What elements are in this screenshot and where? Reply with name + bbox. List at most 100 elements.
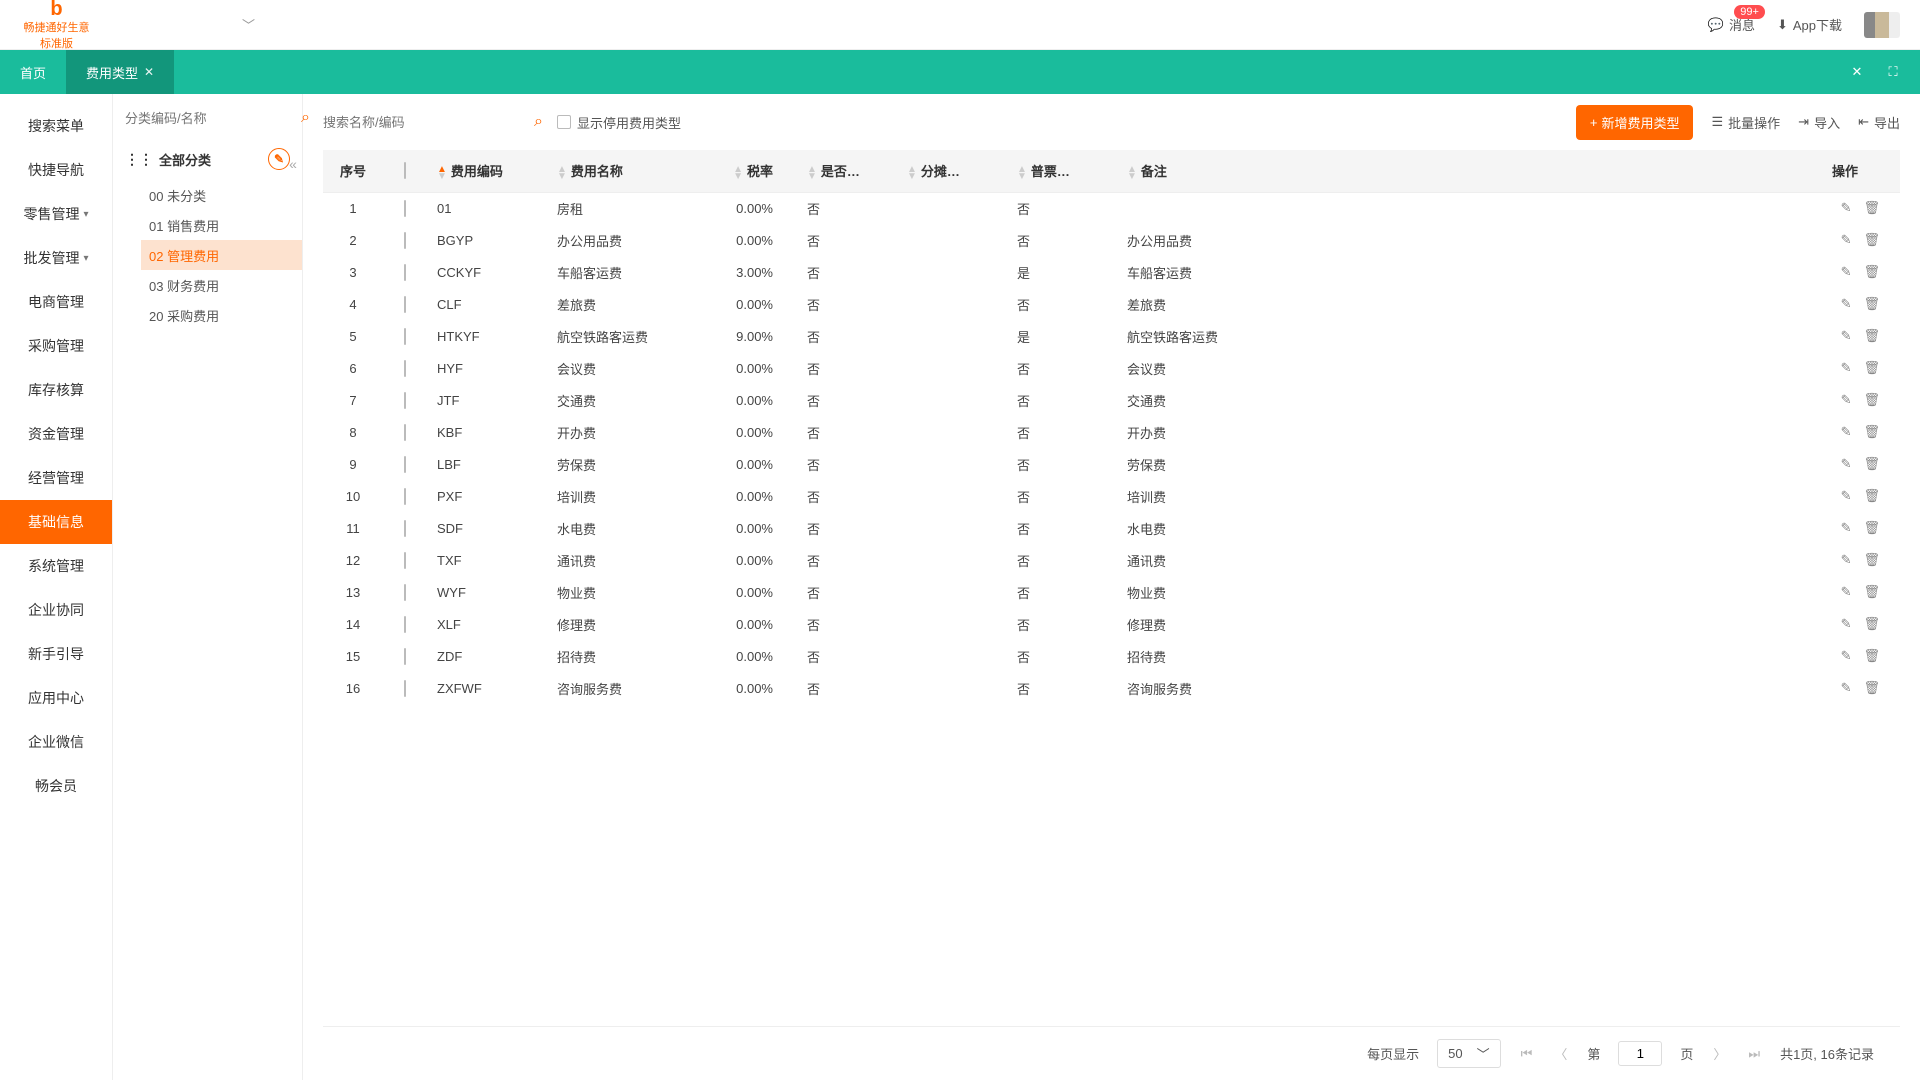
last-page-button[interactable]: ⏭	[1746, 1046, 1762, 1062]
search-icon[interactable]: ⌕	[301, 109, 310, 127]
next-page-button[interactable]: 〉	[1711, 1044, 1728, 1063]
new-feetype-button[interactable]: + 新增费用类型	[1576, 105, 1694, 140]
edit-row-button[interactable]: ✎	[1841, 520, 1852, 536]
col-name[interactable]: ▲▼费用名称	[547, 150, 707, 192]
col-note[interactable]: ▲▼备注	[1117, 150, 1790, 192]
table-row[interactable]: 6 HYF 会议费 0.00% 否 否 会议费 ✎ 🗑	[323, 352, 1900, 384]
col-yn2[interactable]: ▲▼分摊…	[897, 150, 1007, 192]
company-dropdown[interactable]: ﹀	[113, 15, 279, 34]
tab-home[interactable]: 首页	[0, 50, 66, 94]
col-checkbox[interactable]	[383, 150, 427, 192]
messages-button[interactable]: 💬 消息 99+	[1708, 15, 1755, 34]
delete-row-button[interactable]: 🗑	[1863, 552, 1880, 568]
edit-row-button[interactable]: ✎	[1841, 584, 1852, 600]
cell-checkbox[interactable]	[383, 288, 427, 320]
table-row[interactable]: 7 JTF 交通费 0.00% 否 否 交通费 ✎ 🗑	[323, 384, 1900, 416]
col-yn1[interactable]: ▲▼是否…	[797, 150, 897, 192]
nav-item[interactable]: 畅会员	[0, 764, 112, 808]
table-row[interactable]: 2 BGYP 办公用品费 0.00% 否 否 办公用品费 ✎ 🗑	[323, 224, 1900, 256]
nav-item[interactable]: 基础信息	[0, 500, 112, 544]
nav-item[interactable]: 零售管理▾	[0, 192, 112, 236]
edit-row-button[interactable]: ✎	[1841, 680, 1852, 696]
import-button[interactable]: ⇥ 导入	[1798, 113, 1840, 132]
edit-row-button[interactable]: ✎	[1841, 264, 1852, 280]
cell-checkbox[interactable]	[383, 640, 427, 672]
cell-checkbox[interactable]	[383, 352, 427, 384]
edit-row-button[interactable]: ✎	[1841, 648, 1852, 664]
delete-row-button[interactable]: 🗑	[1863, 488, 1880, 504]
category-root[interactable]: ⋮⋮ 全部分类 ✎	[113, 142, 302, 180]
edit-row-button[interactable]: ✎	[1841, 424, 1852, 440]
delete-row-button[interactable]: 🗑	[1863, 264, 1880, 280]
category-search-input[interactable]	[125, 111, 301, 126]
edit-row-button[interactable]: ✎	[1841, 328, 1852, 344]
cell-checkbox[interactable]	[383, 512, 427, 544]
edit-row-button[interactable]: ✎	[1841, 232, 1852, 248]
delete-row-button[interactable]: 🗑	[1863, 232, 1880, 248]
collapse-panel-button[interactable]: «	[284, 150, 302, 178]
delete-row-button[interactable]: 🗑	[1863, 360, 1880, 376]
cell-checkbox[interactable]	[383, 192, 427, 224]
category-item[interactable]: 01 销售费用	[141, 210, 302, 240]
delete-row-button[interactable]: 🗑	[1863, 456, 1880, 472]
close-icon[interactable]: ✕	[144, 65, 154, 79]
col-rate[interactable]: ▲▼税率	[707, 150, 797, 192]
edit-row-button[interactable]: ✎	[1841, 488, 1852, 504]
nav-item[interactable]: 企业协同	[0, 588, 112, 632]
nav-item[interactable]: 企业微信	[0, 720, 112, 764]
col-seq[interactable]: 序号	[323, 150, 383, 192]
table-row[interactable]: 13 WYF 物业费 0.00% 否 否 物业费 ✎ 🗑	[323, 576, 1900, 608]
tabs-close-all-button[interactable]: ✕	[1844, 59, 1870, 85]
nav-item[interactable]: 库存核算	[0, 368, 112, 412]
cell-checkbox[interactable]	[383, 384, 427, 416]
table-row[interactable]: 4 CLF 差旅费 0.00% 否 否 差旅费 ✎ 🗑	[323, 288, 1900, 320]
tab-feetype[interactable]: 费用类型 ✕	[66, 50, 174, 94]
table-row[interactable]: 8 KBF 开办费 0.00% 否 否 开办费 ✎ 🗑	[323, 416, 1900, 448]
col-code[interactable]: ▲▼费用编码	[427, 150, 547, 192]
category-item[interactable]: 03 财务费用	[141, 270, 302, 300]
table-row[interactable]: 5 HTKYF 航空铁路客运费 9.00% 否 是 航空铁路客运费 ✎ 🗑	[323, 320, 1900, 352]
edit-row-button[interactable]: ✎	[1841, 392, 1852, 408]
edit-row-button[interactable]: ✎	[1841, 296, 1852, 312]
delete-row-button[interactable]: 🗑	[1863, 328, 1880, 344]
category-item[interactable]: 02 管理费用	[141, 240, 302, 270]
nav-item[interactable]: 新手引导	[0, 632, 112, 676]
table-row[interactable]: 14 XLF 修理费 0.00% 否 否 修理费 ✎ 🗑	[323, 608, 1900, 640]
cell-checkbox[interactable]	[383, 416, 427, 448]
prev-page-button[interactable]: 〈	[1552, 1044, 1569, 1063]
table-row[interactable]: 1 01 房租 0.00% 否 否 ✎ 🗑	[323, 192, 1900, 224]
nav-item[interactable]: 采购管理	[0, 324, 112, 368]
table-row[interactable]: 10 PXF 培训费 0.00% 否 否 培训费 ✎ 🗑	[323, 480, 1900, 512]
app-download-button[interactable]: ⬇ App下载	[1777, 15, 1842, 34]
table-row[interactable]: 3 CCKYF 车船客运费 3.00% 否 是 车船客运费 ✎ 🗑	[323, 256, 1900, 288]
table-row[interactable]: 16 ZXFWF 咨询服务费 0.00% 否 否 咨询服务费 ✎ 🗑	[323, 672, 1900, 704]
delete-row-button[interactable]: 🗑	[1863, 680, 1880, 696]
nav-item[interactable]: 快捷导航	[0, 148, 112, 192]
cell-checkbox[interactable]	[383, 544, 427, 576]
table-row[interactable]: 15 ZDF 招待费 0.00% 否 否 招待费 ✎ 🗑	[323, 640, 1900, 672]
col-yn3[interactable]: ▲▼普票…	[1007, 150, 1117, 192]
nav-item[interactable]: 电商管理	[0, 280, 112, 324]
delete-row-button[interactable]: 🗑	[1863, 648, 1880, 664]
cell-checkbox[interactable]	[383, 224, 427, 256]
delete-row-button[interactable]: 🗑	[1863, 424, 1880, 440]
nav-item[interactable]: 应用中心	[0, 676, 112, 720]
cell-checkbox[interactable]	[383, 576, 427, 608]
delete-row-button[interactable]: 🗑	[1863, 616, 1880, 632]
nav-item[interactable]: 批发管理▾	[0, 236, 112, 280]
delete-row-button[interactable]: 🗑	[1863, 200, 1880, 216]
table-search-input[interactable]	[323, 115, 534, 130]
cell-checkbox[interactable]	[383, 608, 427, 640]
cell-checkbox[interactable]	[383, 480, 427, 512]
batch-action-button[interactable]: ☰ 批量操作	[1711, 113, 1780, 132]
delete-row-button[interactable]: 🗑	[1863, 584, 1880, 600]
category-item[interactable]: 00 未分类	[141, 180, 302, 210]
show-disabled-checkbox[interactable]: 显示停用费用类型	[557, 113, 681, 132]
edit-row-button[interactable]: ✎	[1841, 616, 1852, 632]
nav-item[interactable]: 搜索菜单	[0, 104, 112, 148]
search-icon[interactable]: ⌕	[534, 113, 543, 131]
category-item[interactable]: 20 采购费用	[141, 300, 302, 330]
edit-row-button[interactable]: ✎	[1841, 552, 1852, 568]
avatar[interactable]	[1864, 12, 1900, 38]
table-row[interactable]: 12 TXF 通讯费 0.00% 否 否 通讯费 ✎ 🗑	[323, 544, 1900, 576]
